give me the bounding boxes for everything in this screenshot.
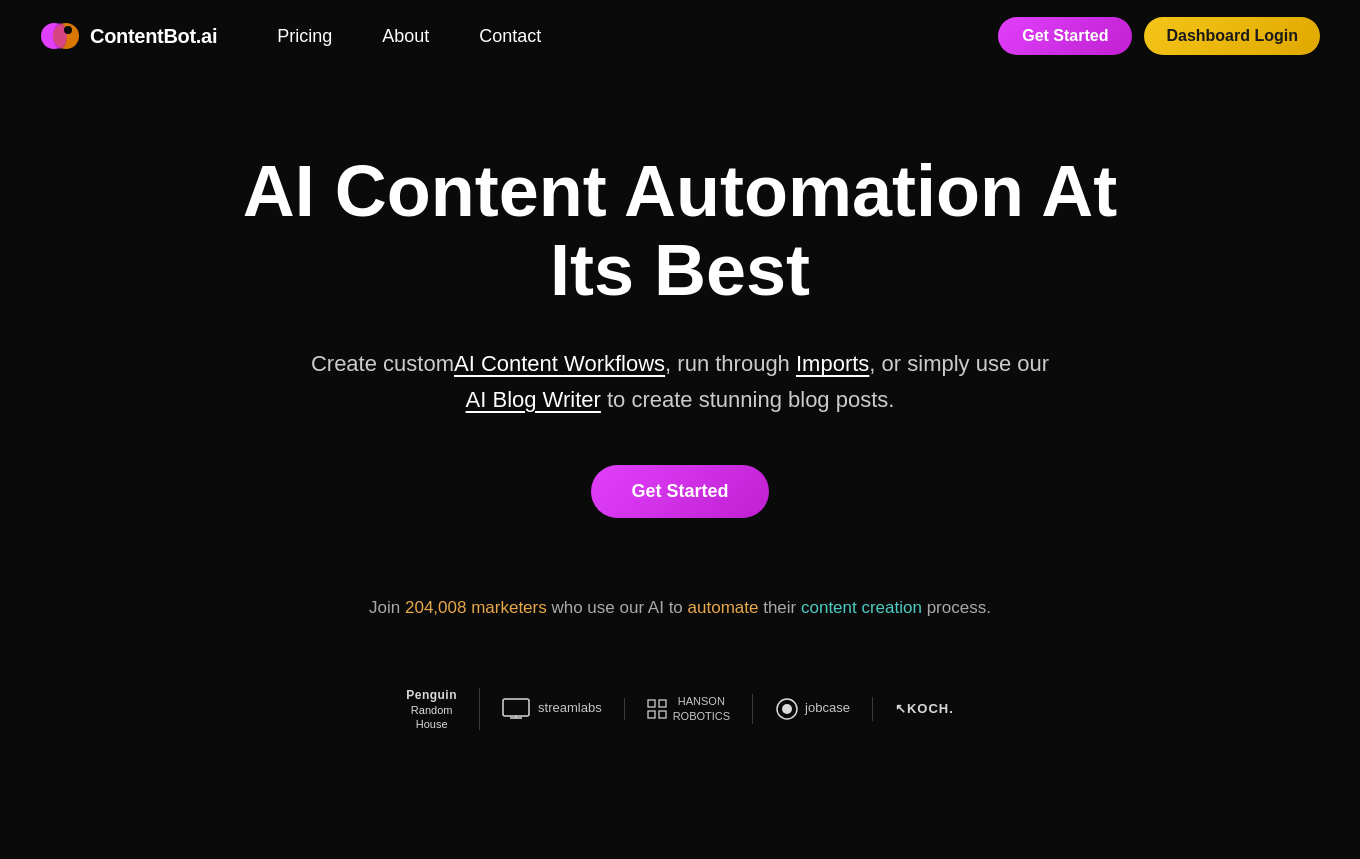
- hanson-icon: [647, 699, 667, 719]
- brand-penguin-line1: Penguin: [406, 688, 457, 702]
- brand-koch-text: ↖KOCH.: [895, 701, 954, 716]
- brand-streamlabs: streamlabs: [480, 698, 625, 720]
- hero-section: AI Content Automation At Its Best Create…: [0, 72, 1360, 790]
- brand-jobcase-text: jobcase: [805, 700, 850, 717]
- nav-about[interactable]: About: [382, 26, 429, 47]
- nav-get-started-button[interactable]: Get Started: [998, 17, 1132, 55]
- svg-rect-4: [503, 699, 529, 716]
- social-proof-prefix: Join: [369, 598, 405, 617]
- logo-icon: [40, 16, 80, 56]
- brand-penguin-line3: House: [416, 718, 448, 730]
- social-proof-mid1: who use our AI to: [547, 598, 688, 617]
- svg-point-3: [64, 26, 72, 34]
- brand-logos: Penguin Random House streamlabs: [344, 688, 1016, 730]
- brand-hanson-line2: ROBOTICS: [673, 709, 730, 723]
- navbar: ContentBot.ai Pricing About Contact Get …: [0, 0, 1360, 72]
- hero-subtitle: Create customAI Content Workflows, run t…: [300, 346, 1060, 416]
- subtitle-text-mid2: , or simply use our: [869, 351, 1049, 376]
- brand-koch: ↖KOCH.: [873, 701, 976, 716]
- subtitle-text-before: Create custom: [311, 351, 454, 376]
- brand-penguin: Penguin Random House: [384, 688, 480, 730]
- social-proof-automate: automate: [688, 598, 759, 617]
- brand-hanson: HANSON ROBOTICS: [625, 694, 753, 724]
- subtitle-link-imports[interactable]: Imports: [796, 351, 869, 376]
- subtitle-text-mid1: , run through: [665, 351, 796, 376]
- hero-title: AI Content Automation At Its Best: [230, 152, 1130, 310]
- logo-text: ContentBot.ai: [90, 25, 217, 48]
- svg-point-12: [782, 704, 792, 714]
- brand-penguin-line2: Random: [411, 704, 453, 716]
- social-proof-mid2: their: [758, 598, 801, 617]
- svg-rect-9: [648, 711, 655, 718]
- hero-get-started-button[interactable]: Get Started: [591, 465, 768, 518]
- logo-link[interactable]: ContentBot.ai: [40, 16, 217, 56]
- nav-contact[interactable]: Contact: [479, 26, 541, 47]
- nav-right: Get Started Dashboard Login: [998, 17, 1320, 55]
- jobcase-icon: [775, 697, 799, 721]
- social-proof-text: Join 204,008 marketers who use our AI to…: [369, 598, 991, 618]
- brand-streamlabs-text: streamlabs: [538, 700, 602, 717]
- brand-jobcase: jobcase: [753, 697, 873, 721]
- svg-rect-10: [659, 711, 666, 718]
- streamlabs-icon: [502, 698, 530, 720]
- subtitle-text-after: to create stunning blog posts.: [601, 387, 895, 412]
- nav-links: Pricing About Contact: [277, 26, 541, 47]
- nav-left: ContentBot.ai Pricing About Contact: [40, 16, 541, 56]
- social-proof-suffix: process.: [922, 598, 991, 617]
- nav-pricing[interactable]: Pricing: [277, 26, 332, 47]
- nav-dashboard-login-button[interactable]: Dashboard Login: [1144, 17, 1320, 55]
- svg-rect-7: [648, 700, 655, 707]
- svg-point-2: [53, 23, 67, 49]
- subtitle-link-blog-writer[interactable]: AI Blog Writer: [466, 387, 601, 412]
- subtitle-link-workflows[interactable]: AI Content Workflows: [454, 351, 665, 376]
- social-proof-content-creation: content creation: [801, 598, 922, 617]
- social-proof-count: 204,008 marketers: [405, 598, 547, 617]
- brand-hanson-line1: HANSON: [673, 694, 730, 708]
- svg-rect-8: [659, 700, 666, 707]
